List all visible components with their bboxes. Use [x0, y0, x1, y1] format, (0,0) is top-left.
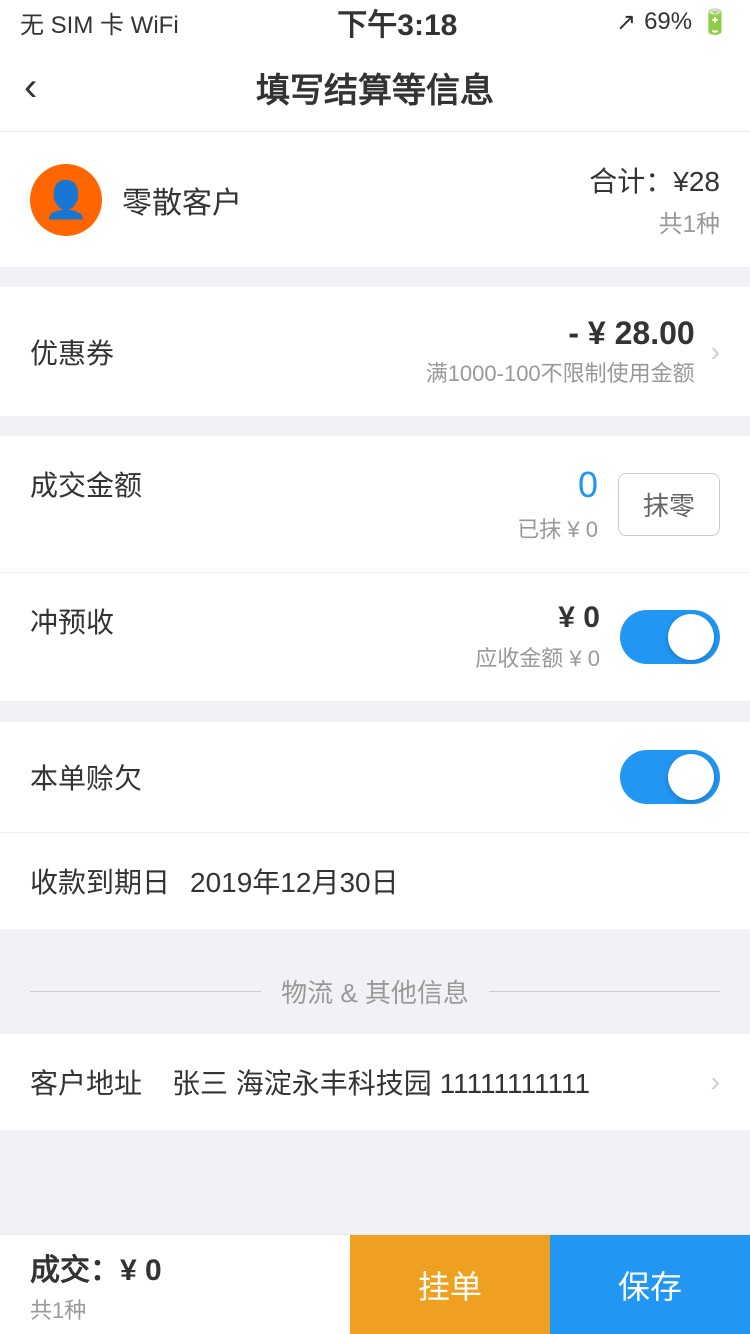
debt-toggle-knob	[668, 754, 714, 800]
toggle-knob	[668, 614, 714, 660]
customer-section: 👤 零散客户 合计：¥28 共1种	[0, 132, 750, 267]
bottom-bar: 成交：¥ 0 共1种 挂单 保存	[0, 1234, 750, 1334]
header-line-left	[30, 991, 261, 992]
location-icon: ↗	[616, 8, 636, 37]
coupon-value: - ¥ 28.00 满1000-100不限制使用金额	[426, 315, 695, 388]
page-title: 填写结算等信息	[256, 63, 494, 112]
due-date-value: 2019年12月30日	[190, 861, 399, 901]
prepaid-toggle[interactable]	[620, 610, 720, 664]
address-label: 客户地址	[30, 1062, 142, 1102]
address-section: 客户地址 张三 海淀永丰科技园 11111111111 ›	[0, 1034, 750, 1130]
prepaid-sub: 应收金额 ¥ 0	[475, 641, 600, 673]
prepaid-right: ¥ 0 应收金额 ¥ 0	[475, 601, 720, 673]
transaction-row: 成交金额 0 已抹 ¥ 0 抹零	[0, 436, 750, 573]
transaction-label: 成交金额	[30, 464, 142, 504]
nav-bar: ‹ 填写结算等信息	[0, 44, 750, 132]
discount-amount: - ¥ 28.00	[426, 315, 695, 352]
battery-status: 69%	[644, 8, 692, 36]
chevron-right-icon: ›	[711, 336, 720, 368]
debt-section: 本单赊欠 收款到期日 2019年12月30日	[0, 722, 750, 929]
hold-button[interactable]: 挂单	[350, 1235, 550, 1334]
customer-info: 👤 零散客户	[30, 164, 242, 236]
debt-label: 本单赊欠	[30, 757, 142, 797]
prepaid-label: 冲预收	[30, 601, 114, 641]
customer-avatar: 👤	[30, 164, 102, 236]
deal-amount: ¥ 0	[120, 1254, 162, 1287]
save-button[interactable]: 保存	[550, 1235, 750, 1334]
total-count: 共1种	[589, 204, 720, 239]
sim-status: 无 SIM 卡 WiFi	[20, 5, 179, 40]
debt-toggle[interactable]	[620, 750, 720, 804]
customer-row: 👤 零散客户 合计：¥28 共1种	[0, 132, 750, 267]
transaction-section: 成交金额 0 已抹 ¥ 0 抹零 冲预收 ¥ 0 应收金额 ¥ 0	[0, 436, 750, 702]
coupon-row[interactable]: 优惠券 - ¥ 28.00 满1000-100不限制使用金额 ›	[0, 287, 750, 416]
customer-total: 合计：¥28 共1种	[589, 160, 720, 239]
bottom-summary: 成交：¥ 0 共1种	[0, 1245, 350, 1325]
person-icon: 👤	[44, 179, 89, 221]
bottom-count: 共1种	[30, 1293, 320, 1325]
transaction-sub: 已抹 ¥ 0	[517, 512, 598, 544]
status-time: 下午3:18	[337, 0, 457, 44]
transaction-value: 0	[517, 464, 598, 506]
due-date-row: 收款到期日 2019年12月30日	[0, 832, 750, 929]
header-line-right	[489, 991, 720, 992]
address-chevron-icon: ›	[711, 1066, 720, 1098]
prepaid-row: 冲预收 ¥ 0 应收金额 ¥ 0	[0, 573, 750, 702]
coupon-label: 优惠券	[30, 332, 114, 372]
logistics-header-text: 物流 & 其他信息	[281, 973, 469, 1010]
status-bar: 无 SIM 卡 WiFi 下午3:18 ↗ 69% 🔋	[0, 0, 750, 44]
coupon-right: - ¥ 28.00 满1000-100不限制使用金额 ›	[426, 315, 720, 388]
coupon-section: 优惠券 - ¥ 28.00 满1000-100不限制使用金额 ›	[0, 287, 750, 416]
content-area: 👤 零散客户 合计：¥28 共1种 优惠券 - ¥ 28.00 满1000-10…	[0, 132, 750, 1250]
total-amount: 合计：¥28	[589, 160, 720, 200]
prepaid-amount: ¥ 0	[475, 601, 600, 635]
round-button[interactable]: 抹零	[618, 473, 720, 536]
discount-desc: 满1000-100不限制使用金额	[426, 356, 695, 388]
bottom-deal-line: 成交：¥ 0	[30, 1245, 320, 1289]
battery-icon: 🔋	[700, 8, 730, 37]
transaction-right: 0 已抹 ¥ 0 抹零	[517, 464, 720, 544]
status-right: ↗ 69% 🔋	[616, 8, 730, 37]
customer-name: 零散客户	[122, 178, 242, 222]
deal-label: 成交：	[30, 1254, 120, 1287]
transaction-value-group: 0 已抹 ¥ 0	[517, 464, 598, 544]
status-left: 无 SIM 卡 WiFi	[20, 5, 179, 40]
due-date-label: 收款到期日	[30, 861, 170, 901]
prepaid-value-group: ¥ 0 应收金额 ¥ 0	[475, 601, 600, 673]
address-row[interactable]: 客户地址 张三 海淀永丰科技园 11111111111 ›	[0, 1034, 750, 1130]
address-value: 张三 海淀永丰科技园 11111111111	[172, 1062, 681, 1102]
debt-row: 本单赊欠	[0, 722, 750, 832]
logistics-header: 物流 & 其他信息	[0, 949, 750, 1034]
back-button[interactable]: ‹	[24, 65, 37, 110]
